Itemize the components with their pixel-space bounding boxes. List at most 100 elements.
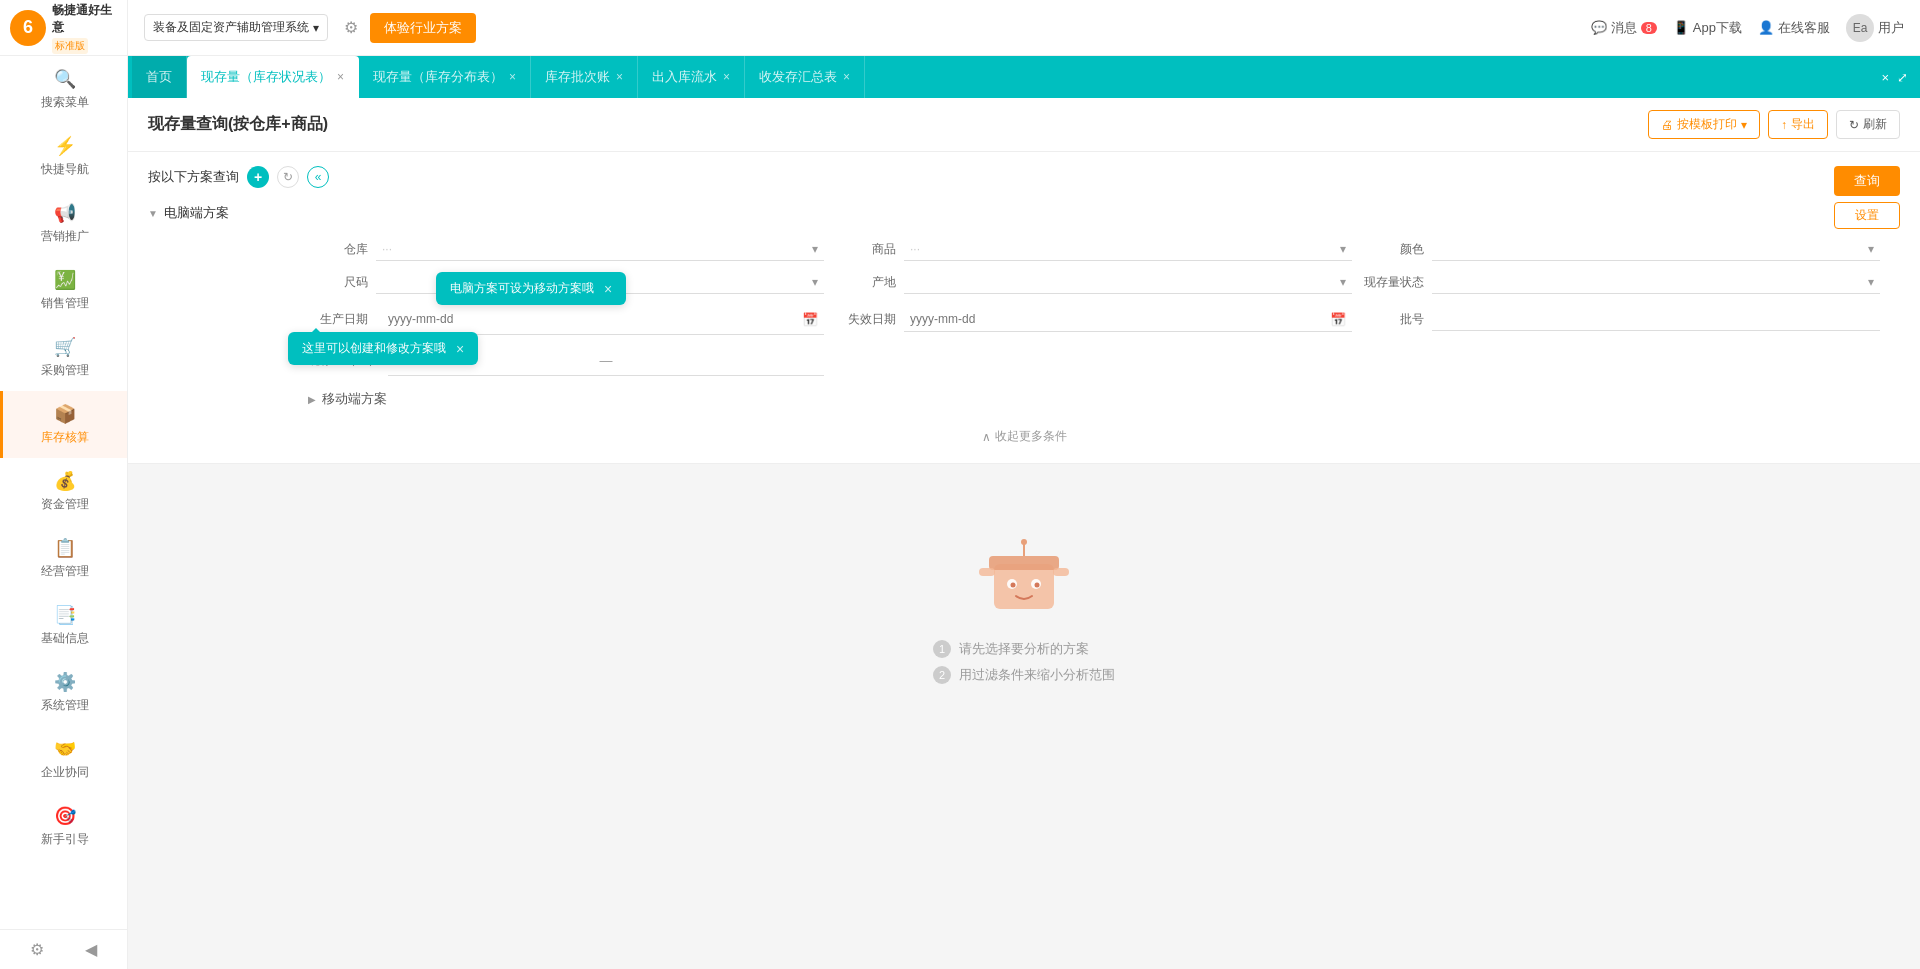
tab-home[interactable]: 首页 — [132, 56, 187, 98]
sidebar-item-label: 资金管理 — [41, 496, 89, 513]
app-download-action[interactable]: 📱 App下载 — [1673, 19, 1742, 37]
sidebar-item-sales[interactable]: 💹 销售管理 — [0, 257, 127, 324]
scheme-item-pc[interactable]: ▼ 电脑端方案 — [148, 200, 1900, 226]
tab-stock-dist-close[interactable]: × — [509, 70, 516, 84]
user-action[interactable]: Ea 用户 — [1846, 14, 1904, 42]
tabs-bar: 首页 现存量（库存状况表） × 现存量（库存分布表） × 库存批次账 × 出入库… — [128, 56, 1920, 98]
product-select[interactable]: ··· ▾ — [904, 238, 1352, 261]
query-buttons: 查询 设置 — [1834, 166, 1900, 229]
sidebar-item-purchase[interactable]: 🛒 采购管理 — [0, 324, 127, 391]
pc-scheme-tooltip-close[interactable]: × — [604, 281, 612, 297]
production-date-field: 生产日期 📅 — [308, 304, 824, 335]
sidebar-item-inventory[interactable]: 📦 库存核算 — [0, 391, 127, 458]
collapse-more-btn[interactable]: ∧ 收起更多条件 — [148, 420, 1900, 453]
tab-summary[interactable]: 收发存汇总表 × — [745, 56, 865, 98]
batch-no-input[interactable] — [1432, 308, 1880, 331]
tab-stock-status[interactable]: 现存量（库存状况表） × — [187, 56, 359, 98]
trial-btn[interactable]: 体验行业方案 — [370, 13, 476, 43]
sidebar-item-quick-nav[interactable]: ⚡ 快捷导航 — [0, 123, 127, 190]
sidebar-item-system[interactable]: ⚙️ 系统管理 — [0, 659, 127, 726]
origin-label: 产地 — [836, 274, 896, 291]
export-btn[interactable]: ↑ 导出 — [1768, 110, 1828, 139]
calendar-icon: 📅 — [802, 312, 818, 327]
svg-rect-1 — [989, 556, 1059, 570]
tab-inout-label: 出入库流水 — [652, 68, 717, 86]
svg-point-5 — [1035, 583, 1040, 588]
tabs-end-actions: × ⤢ — [1881, 70, 1916, 85]
tab-summary-close[interactable]: × — [843, 70, 850, 84]
expand-tabs-btn[interactable]: ⤢ — [1897, 70, 1908, 85]
sidebar-item-operation[interactable]: 📋 经营管理 — [0, 525, 127, 592]
header-gear-icon[interactable]: ⚙ — [344, 18, 358, 37]
expiry-date-input[interactable] — [910, 312, 1330, 326]
origin-field: 产地 ▾ — [836, 271, 1352, 294]
search-icon: 🔍 — [54, 68, 76, 90]
expiry-date-input-wrap[interactable]: 📅 — [904, 308, 1352, 332]
print-template-btn[interactable]: 🖨 按模板打印 ▾ — [1648, 110, 1760, 139]
online-support-action[interactable]: 👤 在线客服 — [1758, 19, 1830, 37]
tab-stock-status-close[interactable]: × — [337, 70, 344, 84]
sidebar: 6 畅捷通好生意 标准版 🔍 搜索菜单 ⚡ 快捷导航 📢 营销推广 💹 销售管理… — [0, 0, 128, 969]
settings-btn[interactable]: 设置 — [1834, 202, 1900, 229]
filter-refresh-btn[interactable]: ↻ — [277, 166, 299, 188]
tooltip-text: 电脑方案可设为移动方案哦 — [450, 280, 594, 297]
close-all-tabs-btn[interactable]: × — [1881, 70, 1889, 85]
tab-inout-close[interactable]: × — [723, 70, 730, 84]
scheme-item-mobile[interactable]: ▶ 移动端方案 — [308, 386, 1900, 412]
tab-inout[interactable]: 出入库流水 × — [638, 56, 745, 98]
color-select[interactable]: ▾ — [1432, 238, 1880, 261]
sidebar-item-guide[interactable]: 🎯 新手引导 — [0, 793, 127, 860]
header-actions: 💬 消息 8 📱 App下载 👤 在线客服 Ea 用户 — [1591, 14, 1904, 42]
filter-add-btn[interactable]: + — [247, 166, 269, 188]
filter-arrow-btn[interactable]: « — [307, 166, 329, 188]
finance-icon: 💰 — [54, 470, 76, 492]
expiry-date-field: 失效日期 📅 — [836, 308, 1352, 332]
page-header: 现存量查询(按仓库+商品) 🖨 按模板打印 ▾ ↑ 导出 ↻ 刷新 — [128, 98, 1920, 152]
scheme-list: ▼ 电脑端方案 — [148, 200, 1900, 226]
production-date-input[interactable] — [382, 308, 802, 330]
origin-select[interactable]: ▾ — [904, 271, 1352, 294]
sidebar-item-marketing[interactable]: 📢 营销推广 — [0, 190, 127, 257]
collapse-sidebar-btn[interactable]: ◀ — [85, 940, 97, 959]
quick-nav-icon: ⚡ — [54, 135, 76, 157]
stock-main-max-input[interactable] — [619, 349, 819, 371]
query-btn[interactable]: 查询 — [1834, 166, 1900, 196]
scheme-label: 电脑端方案 — [164, 204, 229, 222]
edit-scheme-tooltip-close[interactable]: × — [456, 341, 464, 357]
messages-action[interactable]: 💬 消息 8 — [1591, 19, 1657, 37]
tab-batch-close[interactable]: × — [616, 70, 623, 84]
chevron-down-icon: ▾ — [1741, 118, 1747, 132]
print-icon: 🖨 — [1661, 118, 1673, 132]
basic-info-icon: 📑 — [54, 604, 76, 626]
filter-header: 按以下方案查询 + ↻ « — [148, 166, 1900, 188]
settings-bottom-btn[interactable]: ⚙ — [30, 940, 44, 959]
sidebar-item-label: 系统管理 — [41, 697, 89, 714]
filter-panel: 按以下方案查询 + ↻ « ▼ 电脑端方案 仓库 ··· ▾ 商品 — [128, 152, 1920, 464]
sidebar-item-basic-info[interactable]: 📑 基础信息 — [0, 592, 127, 659]
stock-status-select[interactable]: ▾ — [1432, 271, 1880, 294]
tab-stock-dist[interactable]: 现存量（库存分布表） × — [359, 56, 531, 98]
tab-stock-dist-label: 现存量（库存分布表） — [373, 68, 503, 86]
sidebar-item-label: 库存核算 — [41, 429, 89, 446]
production-date-input-wrap[interactable]: 📅 — [376, 304, 824, 335]
stock-status-label: 现存量状态 — [1364, 274, 1424, 291]
sidebar-item-cooperation[interactable]: 🤝 企业协同 — [0, 726, 127, 793]
sidebar-item-search[interactable]: 🔍 搜索菜单 — [0, 56, 127, 123]
tab-home-label: 首页 — [146, 68, 172, 86]
main-content: 现存量查询(按仓库+商品) 🖨 按模板打印 ▾ ↑ 导出 ↻ 刷新 按以下方案查… — [128, 98, 1920, 969]
guide-icon: 🎯 — [54, 805, 76, 827]
sidebar-item-finance[interactable]: 💰 资金管理 — [0, 458, 127, 525]
empty-hint-2: 2 用过滤条件来缩小分析范围 — [933, 666, 1115, 684]
stock-status-field: 现存量状态 ▾ — [1364, 271, 1880, 294]
tab-batch[interactable]: 库存批次账 × — [531, 56, 638, 98]
scheme-expand-icon: ▼ — [148, 208, 158, 219]
warehouse-select[interactable]: ··· ▾ — [376, 238, 824, 261]
pc-scheme-tooltip: 电脑方案可设为移动方案哦 × — [436, 272, 626, 305]
chevron-down-icon: ▾ — [1868, 275, 1874, 289]
refresh-btn[interactable]: ↻ 刷新 — [1836, 110, 1900, 139]
chevron-down-icon: ▾ — [1340, 242, 1346, 256]
sidebar-item-label: 快捷导航 — [41, 161, 89, 178]
empty-svg — [974, 524, 1074, 624]
system-selector[interactable]: 装备及固定资产辅助管理系统 ▾ — [144, 14, 328, 41]
avatar: Ea — [1846, 14, 1874, 42]
